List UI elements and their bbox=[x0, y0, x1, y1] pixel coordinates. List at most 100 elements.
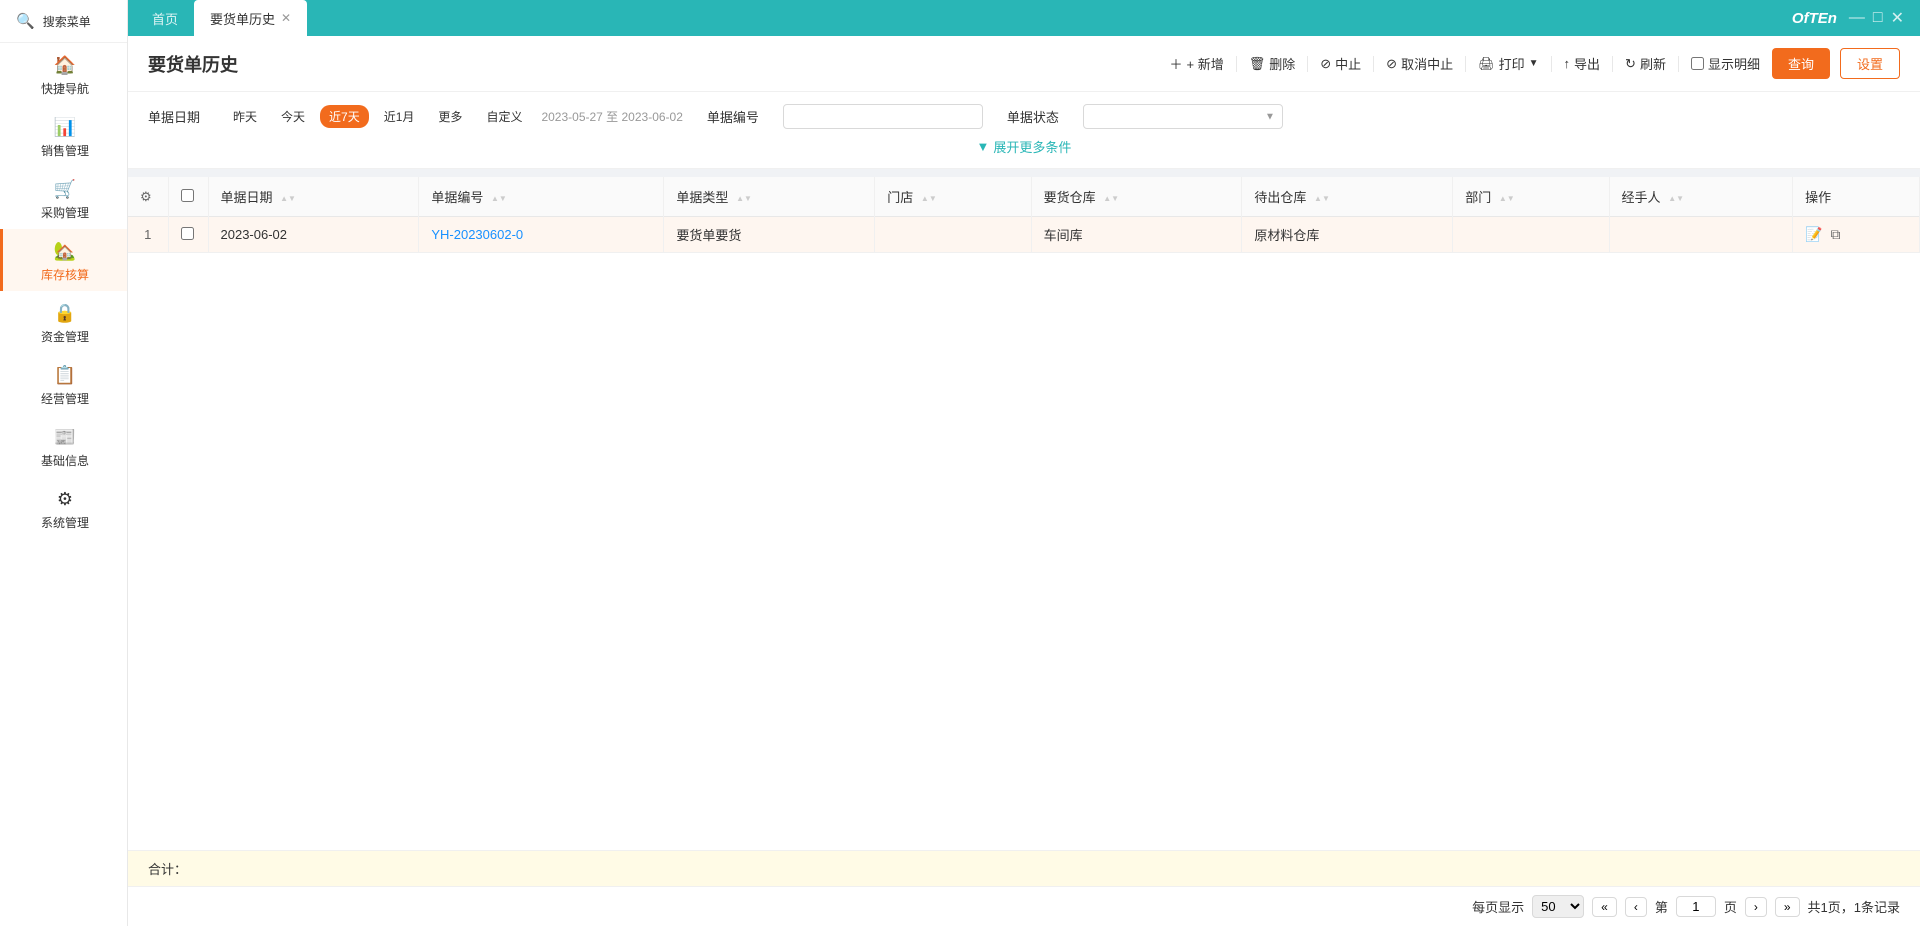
sort-req-warehouse-icon[interactable]: ▲▼ bbox=[1103, 195, 1119, 203]
sidebar-item-operations[interactable]: 📋 经营管理 bbox=[0, 353, 127, 415]
refresh-button[interactable]: ↻ 刷新 bbox=[1623, 50, 1668, 77]
summary-label: 合计： bbox=[148, 859, 187, 878]
minimize-btn[interactable]: — bbox=[1849, 9, 1865, 27]
copy-action-icon[interactable]: ⧉ bbox=[1831, 226, 1841, 243]
cancel-stop-label: 取消中止 bbox=[1401, 54, 1453, 73]
cell-doc-type: 要货单要货 bbox=[664, 217, 875, 253]
page-next-button[interactable]: › bbox=[1745, 897, 1767, 917]
sidebar-item-purchase[interactable]: 🛒 采购管理 bbox=[0, 167, 127, 229]
date-btn-more[interactable]: 更多 bbox=[429, 105, 471, 128]
page-prev-button[interactable]: ‹ bbox=[1625, 897, 1647, 917]
tab-bar: 首页 要货单历史 ✕ OfTEn — □ ✕ bbox=[128, 0, 1920, 36]
total-info: 共1页，1条记录 bbox=[1808, 897, 1900, 916]
toolbar-divider-4 bbox=[1465, 56, 1466, 72]
col-doc-no: 单据编号 ▲▼ bbox=[419, 177, 664, 217]
finance-icon: 🔒 bbox=[54, 303, 76, 324]
stop-button[interactable]: ⊘ 中止 bbox=[1318, 50, 1363, 77]
export-button[interactable]: ↑ 导出 bbox=[1562, 50, 1603, 77]
cell-department bbox=[1453, 217, 1609, 253]
status-select-wrap bbox=[1083, 104, 1283, 129]
date-btn-custom[interactable]: 自定义 bbox=[477, 105, 531, 128]
delete-label: 删除 bbox=[1269, 54, 1295, 73]
operations-icon: 📋 bbox=[54, 365, 76, 386]
window-controls: — □ ✕ bbox=[1849, 8, 1904, 28]
print-icon: 🖨 bbox=[1478, 56, 1495, 72]
date-btn-today[interactable]: 今天 bbox=[272, 105, 314, 128]
sidebar-item-finance[interactable]: 🔒 资金管理 bbox=[0, 291, 127, 353]
per-page-label: 每页显示 bbox=[1472, 897, 1524, 916]
system-icon: ⚙ bbox=[57, 489, 73, 510]
sidebar-item-sales[interactable]: 📊 销售管理 bbox=[0, 105, 127, 167]
export-icon: ↑ bbox=[1564, 56, 1571, 71]
tab-requisition-history[interactable]: 要货单历史 ✕ bbox=[194, 0, 307, 36]
expand-more-icon: ▼ bbox=[977, 139, 990, 154]
expand-more-label: 展开更多条件 bbox=[993, 137, 1071, 156]
filter-area: 单据日期 昨天 今天 近7天 近1月 更多 自定义 2023-05-27 至 2… bbox=[128, 92, 1920, 169]
col-doc-type: 单据类型 ▲▼ bbox=[664, 177, 875, 217]
show-detail-checkbox[interactable] bbox=[1691, 57, 1704, 70]
close-btn[interactable]: ✕ bbox=[1891, 8, 1904, 28]
stop-label: 中止 bbox=[1335, 54, 1361, 73]
row-checkbox[interactable] bbox=[181, 227, 194, 240]
sidebar-item-inventory[interactable]: 🏡 库存核算 bbox=[0, 229, 127, 291]
col-actions: 操作 bbox=[1793, 177, 1920, 217]
expand-more-button[interactable]: ▼ 展开更多条件 bbox=[148, 137, 1900, 156]
select-all-checkbox[interactable] bbox=[181, 189, 194, 202]
table-header: ⚙ 单据日期 ▲▼ 单据编号 ▲▼ bbox=[128, 177, 1920, 217]
sort-pending-warehouse-icon[interactable]: ▲▼ bbox=[1314, 195, 1330, 203]
sidebar-item-label: 销售管理 bbox=[41, 142, 89, 159]
cancel-stop-button[interactable]: ⊘ 取消中止 bbox=[1384, 50, 1455, 77]
delete-button[interactable]: 🗑 删除 bbox=[1247, 50, 1298, 77]
sort-department-icon[interactable]: ▲▼ bbox=[1499, 195, 1515, 203]
tab-home-label: 首页 bbox=[152, 9, 178, 28]
print-button[interactable]: 🖨 打印 ▼ bbox=[1476, 50, 1540, 77]
page-last-button[interactable]: » bbox=[1775, 897, 1800, 917]
date-range-display: 2023-05-27 至 2023-06-02 bbox=[541, 108, 682, 125]
refresh-icon: ↻ bbox=[1625, 56, 1636, 72]
settings-icon[interactable]: ⚙ bbox=[140, 189, 152, 204]
filter-row-1: 单据日期 昨天 今天 近7天 近1月 更多 自定义 2023-05-27 至 2… bbox=[148, 104, 1900, 129]
sidebar-search-label: 搜索菜单 bbox=[43, 13, 91, 30]
sort-doc-date-icon[interactable]: ▲▼ bbox=[280, 195, 296, 203]
col-doc-date: 单据日期 ▲▼ bbox=[208, 177, 419, 217]
sort-store-icon[interactable]: ▲▼ bbox=[921, 195, 937, 203]
sort-handler-icon[interactable]: ▲▼ bbox=[1668, 195, 1684, 203]
sidebar-item-system[interactable]: ⚙ 系统管理 bbox=[0, 477, 127, 539]
new-button[interactable]: ＋ + 新增 bbox=[1167, 50, 1225, 77]
sort-doc-type-icon[interactable]: ▲▼ bbox=[736, 195, 752, 203]
cell-doc-date: 2023-06-02 bbox=[208, 217, 419, 253]
sidebar-item-quick-nav[interactable]: 🏠 快捷导航 bbox=[0, 43, 127, 105]
new-label: + 新增 bbox=[1186, 54, 1223, 73]
basic-info-icon: 📰 bbox=[54, 427, 76, 448]
doc-no-input[interactable] bbox=[783, 104, 983, 129]
date-btn-7days[interactable]: 近7天 bbox=[320, 105, 369, 128]
requisition-table: ⚙ 单据日期 ▲▼ 单据编号 ▲▼ bbox=[128, 177, 1920, 253]
show-detail-button[interactable]: 显示明细 bbox=[1689, 50, 1762, 77]
sidebar-search[interactable]: 🔍 搜索菜单 bbox=[0, 0, 127, 43]
tab-home[interactable]: 首页 bbox=[136, 0, 194, 36]
tab-close-icon[interactable]: ✕ bbox=[281, 11, 291, 25]
page-number-input[interactable] bbox=[1676, 896, 1716, 917]
page-first-button[interactable]: « bbox=[1592, 897, 1617, 917]
toolbar-divider-7 bbox=[1678, 56, 1679, 72]
sidebar-item-basic-info[interactable]: 📰 基础信息 bbox=[0, 415, 127, 477]
date-btn-1month[interactable]: 近1月 bbox=[375, 105, 424, 128]
maximize-btn[interactable]: □ bbox=[1873, 9, 1883, 27]
show-detail-label: 显示明细 bbox=[1708, 54, 1760, 73]
status-select[interactable] bbox=[1083, 104, 1283, 129]
sidebar-item-label: 资金管理 bbox=[41, 328, 89, 345]
edit-action-icon[interactable]: 📝 bbox=[1805, 226, 1822, 243]
search-button[interactable]: 查询 bbox=[1772, 48, 1830, 79]
sort-doc-no-icon[interactable]: ▲▼ bbox=[491, 195, 507, 203]
pagination: 每页显示 50 100 200 « ‹ 第 页 › » 共1页，1条记录 bbox=[128, 886, 1920, 926]
date-btn-yesterday[interactable]: 昨天 bbox=[224, 105, 266, 128]
sidebar-item-label: 采购管理 bbox=[41, 204, 89, 221]
per-page-select[interactable]: 50 100 200 bbox=[1532, 895, 1584, 918]
date-filter-label: 单据日期 bbox=[148, 107, 200, 126]
doc-no-link[interactable]: YH-20230602-0 bbox=[431, 227, 523, 242]
settings-button[interactable]: 设置 bbox=[1840, 48, 1900, 79]
col-department-label: 部门 bbox=[1465, 190, 1491, 205]
page-suffix: 页 bbox=[1724, 897, 1737, 916]
print-dropdown-icon: ▼ bbox=[1529, 58, 1539, 69]
stop-icon: ⊘ bbox=[1320, 56, 1331, 72]
